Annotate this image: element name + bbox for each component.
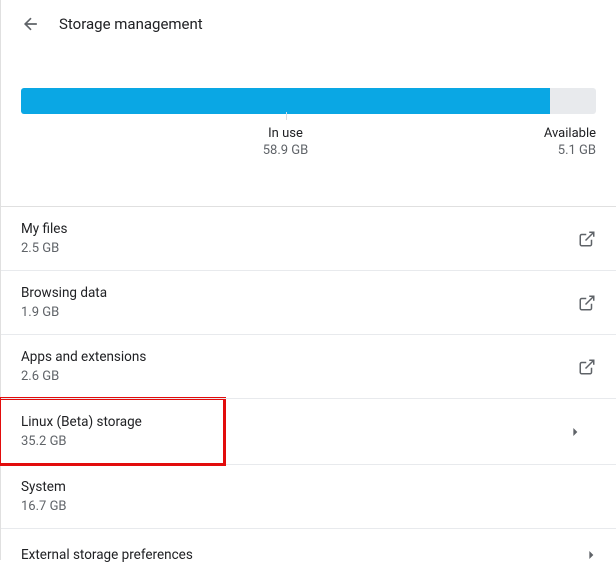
header: Storage management: [1, 0, 616, 48]
list-item-content: Apps and extensions 2.6 GB: [21, 349, 146, 384]
back-button[interactable]: [21, 14, 41, 34]
list-item-size: 2.5 GB: [21, 241, 67, 256]
list-item-size: 35.2 GB: [21, 434, 142, 449]
list-item-linux-storage[interactable]: Linux (Beta) storage 35.2 GB: [4, 400, 600, 463]
storage-overview: In use 58.9 GB Available 5.1 GB: [1, 68, 616, 126]
available-value: 5.1 GB: [544, 143, 596, 158]
list-item-size: 2.6 GB: [21, 369, 146, 384]
list-item-title: Linux (Beta) storage: [21, 414, 142, 430]
arrow-left-icon: [21, 14, 41, 34]
list-item-system[interactable]: System 16.7 GB: [1, 465, 616, 529]
list-item-title: External storage preferences: [21, 547, 193, 563]
list-item-apps-extensions[interactable]: Apps and extensions 2.6 GB: [1, 335, 616, 399]
in-use-value: 58.9 GB: [263, 143, 309, 158]
in-use-label-group: In use 58.9 GB: [263, 126, 309, 158]
storage-list: My files 2.5 GB Browsing data 1.9 GB App…: [1, 206, 616, 581]
storage-bar-fill: [21, 88, 550, 114]
in-use-label: In use: [263, 126, 309, 141]
divider-marker: [286, 112, 287, 120]
chevron-right-icon: [588, 551, 596, 559]
list-item-title: Browsing data: [21, 285, 107, 301]
list-item-title: My files: [21, 221, 67, 237]
list-item-size: 1.9 GB: [21, 305, 107, 320]
available-label-group: Available 5.1 GB: [544, 126, 596, 158]
list-item-content: Browsing data 1.9 GB: [21, 285, 107, 320]
highlight-wrapper: Linux (Beta) storage 35.2 GB: [1, 397, 616, 465]
external-link-icon: [578, 230, 596, 248]
list-item-title: System: [21, 479, 67, 495]
list-item-my-files[interactable]: My files 2.5 GB: [1, 207, 616, 271]
list-item-content: External storage preferences: [21, 547, 193, 563]
list-item-browsing-data[interactable]: Browsing data 1.9 GB: [1, 271, 616, 335]
page-title: Storage management: [59, 15, 203, 33]
list-item-title: Apps and extensions: [21, 349, 146, 365]
list-item-content: Linux (Beta) storage 35.2 GB: [21, 414, 142, 449]
list-item-size: 16.7 GB: [21, 499, 67, 514]
storage-bar: [21, 88, 596, 114]
external-link-icon: [578, 358, 596, 376]
external-link-icon: [578, 294, 596, 312]
list-item-external-storage[interactable]: External storage preferences: [1, 529, 616, 581]
list-item-content: System 16.7 GB: [21, 479, 67, 514]
list-item-content: My files 2.5 GB: [21, 221, 67, 256]
highlight-annotation: Linux (Beta) storage 35.2 GB: [0, 397, 226, 466]
available-label: Available: [544, 126, 596, 141]
chevron-right-icon: [572, 428, 580, 436]
